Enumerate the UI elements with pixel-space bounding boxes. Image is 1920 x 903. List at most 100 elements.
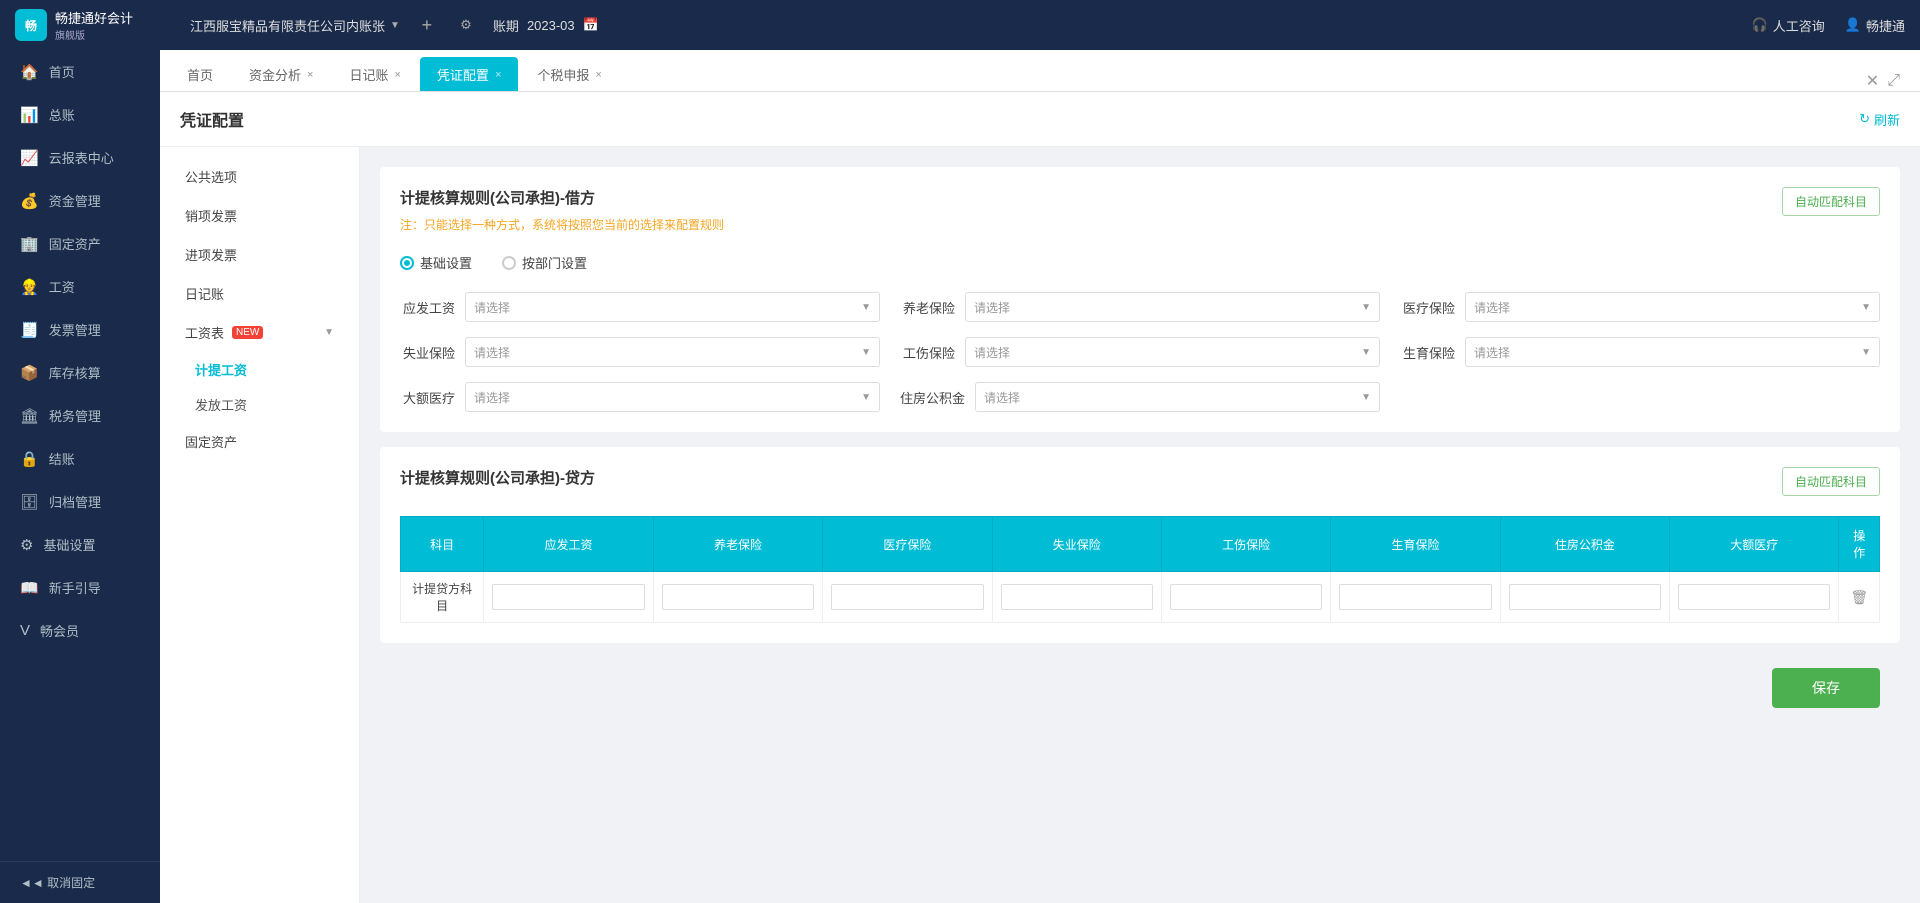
sidebar-item-funds[interactable]: 💰 资金管理 — [0, 179, 160, 222]
medical-input[interactable] — [831, 584, 983, 610]
unemployment-input[interactable] — [1001, 584, 1153, 610]
large-medical-input[interactable] — [1678, 584, 1830, 610]
save-button[interactable]: 保存 — [1772, 668, 1880, 708]
refresh-button[interactable]: ↻ 刷新 — [1859, 110, 1900, 129]
save-area: 保存 — [380, 658, 1900, 718]
logo-text: 畅捷通好会计 — [55, 8, 133, 27]
add-tab-button[interactable]: + — [415, 13, 439, 37]
close-journal-tab-icon[interactable]: × — [394, 69, 400, 81]
tab-journal[interactable]: 日记账 × — [332, 57, 417, 91]
sidebar-item-member[interactable]: V 畅会员 — [0, 609, 160, 652]
radio-department-settings[interactable]: 按部门设置 — [502, 253, 587, 272]
sidebar-item-home[interactable]: 🏠 首页 — [0, 50, 160, 93]
radio-group: 基础设置 按部门设置 — [400, 253, 1880, 272]
sidebar-label-salary: 工资 — [49, 277, 75, 296]
inventory-icon: 📦 — [20, 364, 39, 382]
gross-salary-select[interactable]: 请选择 ▼ — [465, 292, 880, 322]
left-nav-public[interactable]: 公共选项 — [160, 157, 359, 196]
sidebar-item-assets[interactable]: 🏢 固定资产 — [0, 222, 160, 265]
medical-select[interactable]: 请选择 ▼ — [1465, 292, 1880, 322]
close-voucher-tab-icon[interactable]: × — [495, 69, 501, 81]
left-nav-fixed-assets[interactable]: 固定资产 — [160, 422, 359, 461]
tab-bar: 首页 资金分析 × 日记账 × 凭证配置 × 个税申报 × ✕ ⤢ — [160, 50, 1920, 92]
sidebar-item-archive[interactable]: 🗄 归档管理 — [0, 480, 160, 523]
close-funds-tab-icon[interactable]: × — [307, 69, 313, 81]
sidebar-item-guide[interactable]: 📖 新手引导 — [0, 566, 160, 609]
tab-tax-report[interactable]: 个税申报 × — [520, 57, 618, 91]
tab-home-label: 首页 — [187, 65, 213, 84]
company-selector[interactable]: 江西服宝精品有限责任公司内账张 ▼ — [190, 16, 400, 35]
sidebar-item-inventory[interactable]: 📦 库存核算 — [0, 351, 160, 394]
row-pension-cell[interactable] — [653, 572, 822, 623]
sidebar-item-reports[interactable]: 📈 云报表中心 — [0, 136, 160, 179]
tab-funds-analysis[interactable]: 资金分析 × — [232, 57, 330, 91]
left-nav-payroll-accrual[interactable]: 计提工资 — [160, 352, 359, 387]
pension-select[interactable]: 请选择 ▼ — [965, 292, 1380, 322]
sidebar-label-home: 首页 — [49, 62, 75, 81]
consult-button[interactable]: 🎧 人工咨询 — [1752, 16, 1825, 35]
row-large-medical-cell[interactable] — [1670, 572, 1839, 623]
gross-input[interactable] — [492, 584, 644, 610]
assets-icon: 🏢 — [20, 235, 39, 253]
maternity-placeholder: 请选择 — [1474, 344, 1510, 361]
maternity-select[interactable]: 请选择 ▼ — [1465, 337, 1880, 367]
col-gross: 应发工资 — [484, 517, 653, 572]
reports-icon: 📈 — [20, 149, 39, 167]
col-pension: 养老保险 — [653, 517, 822, 572]
injury-select[interactable]: 请选择 ▼ — [965, 337, 1380, 367]
delete-row-icon[interactable]: 🗑 — [1850, 589, 1868, 605]
debit-auto-match-button[interactable]: 自动匹配科目 — [1782, 187, 1880, 216]
sidebar-item-settings[interactable]: ⚙ 基础设置 — [0, 523, 160, 566]
row-gross-cell[interactable] — [484, 572, 653, 623]
sidebar-item-salary[interactable]: 👷 工资 — [0, 265, 160, 308]
close-tax-tab-icon[interactable]: × — [595, 69, 601, 81]
tab-voucher-config[interactable]: 凭证配置 × — [420, 57, 518, 91]
left-nav-salary-table[interactable]: 工资表 NEW ▼ — [160, 313, 359, 352]
sidebar-label-tax: 税务管理 — [49, 406, 101, 425]
maximize-window-icon[interactable]: ⤢ — [1887, 72, 1900, 90]
calendar-icon[interactable]: 📅 — [583, 17, 599, 33]
tab-home[interactable]: 首页 — [170, 57, 230, 91]
row-unemployment-cell[interactable] — [992, 572, 1161, 623]
large-medical-select[interactable]: 请选择 ▼ — [465, 382, 880, 412]
sidebar-item-ledger[interactable]: 📊 总账 — [0, 93, 160, 136]
pension-input[interactable] — [662, 584, 814, 610]
sidebar-label-assets: 固定资产 — [49, 234, 101, 253]
ledger-icon: 📊 — [20, 106, 39, 124]
period-label: 账期 — [493, 16, 519, 35]
sidebar-item-invoice[interactable]: 🧾 发票管理 — [0, 308, 160, 351]
radio-basic-settings[interactable]: 基础设置 — [400, 253, 472, 272]
row-medical-cell[interactable] — [823, 572, 992, 623]
left-nav-payroll-payment[interactable]: 发放工资 — [160, 387, 359, 422]
sidebar-item-close[interactable]: 🔒 结账 — [0, 437, 160, 480]
left-nav-sales-invoice[interactable]: 销项发票 — [160, 196, 359, 235]
radio-dept-circle — [502, 256, 516, 270]
gross-salary-placeholder: 请选择 — [474, 299, 510, 316]
username-label: 畅捷通 — [1866, 16, 1905, 35]
user-button[interactable]: 👤 畅捷通 — [1845, 16, 1905, 35]
credit-auto-match-button[interactable]: 自动匹配科目 — [1782, 467, 1880, 496]
row-housing-cell[interactable] — [1500, 572, 1669, 623]
left-nav-purchase-invoice[interactable]: 进项发票 — [160, 235, 359, 274]
injury-input[interactable] — [1170, 584, 1322, 610]
close-window-icon[interactable]: ✕ — [1866, 71, 1879, 91]
tax-icon: 🏛 — [20, 407, 39, 425]
maternity-input[interactable] — [1339, 584, 1491, 610]
left-nav-fixed-assets-label: 固定资产 — [185, 432, 237, 451]
left-nav-journal[interactable]: 日记账 — [160, 274, 359, 313]
settings-icon[interactable]: ⚙ — [454, 13, 478, 37]
form-item-pension: 养老保险 请选择 ▼ — [900, 292, 1380, 322]
debit-section-title: 计提核算规则(公司承担)-借方 — [400, 187, 724, 208]
logo-icon: 畅 — [15, 9, 47, 41]
housing-input[interactable] — [1509, 584, 1661, 610]
sidebar-unpin-button[interactable]: ◄◄ 取消固定 — [0, 861, 160, 903]
sidebar-item-tax[interactable]: 🏛 税务管理 — [0, 394, 160, 437]
unemployment-select[interactable]: 请选择 ▼ — [465, 337, 880, 367]
housing-fund-select[interactable]: 请选择 ▼ — [975, 382, 1380, 412]
left-nav-payroll-accrual-label: 计提工资 — [195, 363, 247, 378]
expand-icon[interactable]: ▼ — [324, 327, 334, 338]
row-maternity-cell[interactable] — [1331, 572, 1500, 623]
right-panel: 计提核算规则(公司承担)-借方 注：只能选择一种方式，系统将按照您当前的选择来配… — [360, 147, 1920, 903]
sidebar-label-reports: 云报表中心 — [49, 148, 114, 167]
row-injury-cell[interactable] — [1161, 572, 1330, 623]
